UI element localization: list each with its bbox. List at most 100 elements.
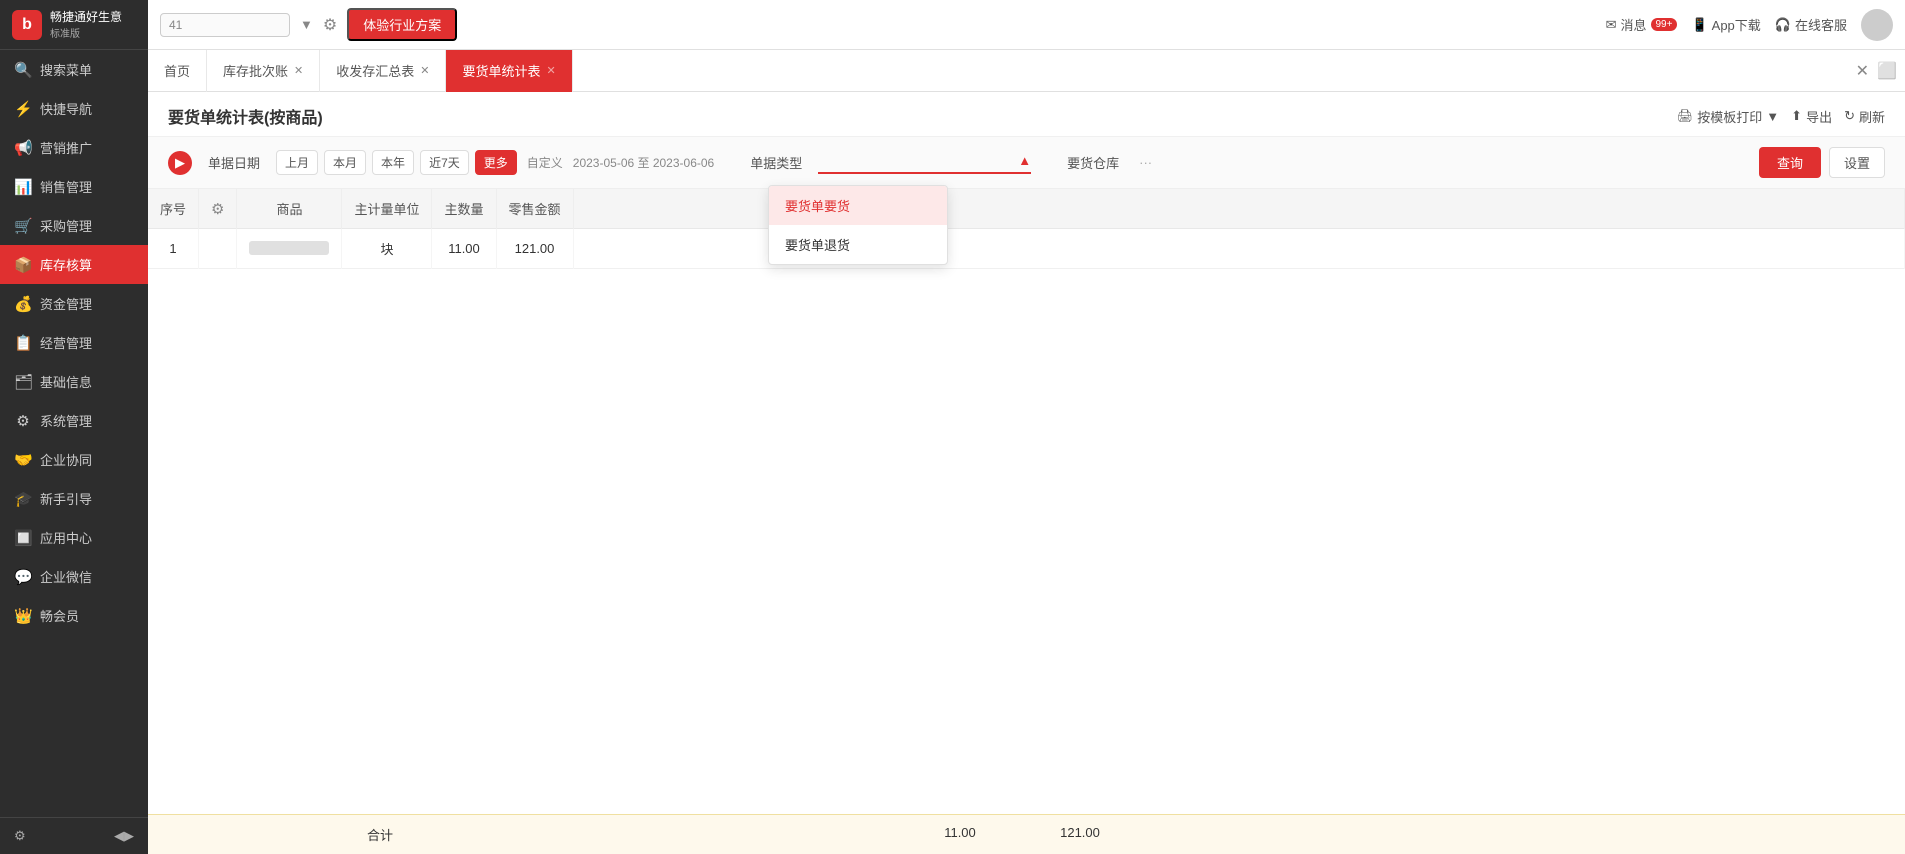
type-dropdown-menu: 要货单要货 要货单退货 bbox=[768, 185, 948, 265]
date-label: 单据日期 bbox=[208, 153, 260, 172]
goods-blurred bbox=[249, 241, 329, 255]
date-year-btn[interactable]: 本年 bbox=[372, 150, 414, 175]
message-label: 消息 bbox=[1620, 15, 1646, 34]
sidebar-item-label: 库存核算 bbox=[40, 255, 134, 274]
sidebar-item-sales[interactable]: 📊 销售管理 bbox=[0, 167, 148, 206]
main-area: ▼ ⚙ 体验行业方案 ✉ 消息 99+ 📱 App下载 🎧 在线客服 首页 bbox=[148, 0, 1905, 854]
sidebar-item-label: 快捷导航 bbox=[40, 99, 134, 118]
tab-expand-icon[interactable]: ⬜ bbox=[1877, 61, 1897, 81]
folder-icon: 🗂 bbox=[14, 373, 32, 391]
date-recent-btn[interactable]: 近7天 bbox=[420, 150, 469, 175]
sidebar-item-label: 销售管理 bbox=[40, 177, 134, 196]
tab-order-stats[interactable]: 要货单统计表 ✕ bbox=[446, 50, 572, 92]
settings-footer-icon[interactable]: ⚙ bbox=[14, 828, 26, 844]
sidebar-item-label: 采购管理 bbox=[40, 216, 134, 235]
print-label: 按模板打印 bbox=[1697, 107, 1762, 126]
cell-qty: 11.00 bbox=[432, 229, 496, 269]
app-download-button[interactable]: 📱 App下载 bbox=[1691, 15, 1760, 34]
query-button[interactable]: 查询 bbox=[1759, 147, 1821, 178]
avatar[interactable] bbox=[1861, 9, 1893, 41]
sidebar-item-label: 企业协同 bbox=[40, 450, 134, 469]
refresh-icon: ↻ bbox=[1844, 108, 1855, 124]
dropdown-item-order[interactable]: 要货单要货 bbox=[769, 186, 947, 225]
sidebar-item-quick-nav[interactable]: ⚡ 快捷导航 bbox=[0, 89, 148, 128]
sidebar-item-finance[interactable]: 💰 资金管理 bbox=[0, 284, 148, 323]
online-service-label: 在线客服 bbox=[1795, 15, 1847, 34]
content-area: 要货单统计表(按商品) 🖨 按模板打印 ▼ ⬆ 导出 ↻ 刷新 ▶ bbox=[148, 92, 1905, 854]
sidebar-item-label: 畅会员 bbox=[40, 606, 134, 625]
footer-qty: 11.00 bbox=[900, 825, 1020, 844]
tab-inventory-batch-close[interactable]: ✕ bbox=[294, 64, 303, 77]
dropdown-arrow-icon[interactable]: ▼ bbox=[300, 17, 313, 32]
sidebar-item-label: 营销推广 bbox=[40, 138, 134, 157]
tab-order-stats-close[interactable]: ✕ bbox=[547, 64, 556, 77]
tab-receive-summary-label: 收发存汇总表 bbox=[336, 61, 414, 80]
dropdown-item-return[interactable]: 要货单退货 bbox=[769, 225, 947, 264]
cell-gear bbox=[199, 229, 237, 269]
sidebar-item-label: 系统管理 bbox=[40, 411, 134, 430]
settings-icon[interactable]: ⚙ bbox=[323, 15, 337, 35]
search-input[interactable] bbox=[160, 13, 290, 37]
sidebar-item-label: 企业微信 bbox=[40, 567, 134, 586]
refresh-button[interactable]: ↻ 刷新 bbox=[1844, 107, 1885, 126]
sidebar-item-member[interactable]: 👑 畅会员 bbox=[0, 596, 148, 635]
sidebar-item-wechat[interactable]: 💬 企业微信 bbox=[0, 557, 148, 596]
promo-button[interactable]: 体验行业方案 bbox=[347, 8, 457, 41]
filter-bar: ▶ 单据日期 上月 本月 本年 近7天 更多 自定义 2023-05-06 至 … bbox=[148, 137, 1905, 189]
box-icon: 📦 bbox=[14, 256, 32, 274]
page-title: 要货单统计表(按商品) bbox=[168, 104, 323, 128]
type-select-input[interactable] bbox=[818, 151, 1018, 170]
message-button[interactable]: ✉ 消息 99+ bbox=[1606, 15, 1678, 34]
sidebar-item-inventory[interactable]: 📦 库存核算 bbox=[0, 245, 148, 284]
topbar-right: ✉ 消息 99+ 📱 App下载 🎧 在线客服 bbox=[1606, 9, 1893, 41]
sidebar-item-basics[interactable]: 🗂 基础信息 bbox=[0, 362, 148, 401]
refresh-label: 刷新 bbox=[1859, 107, 1885, 126]
table-row: 1 块 11.00 121.00 bbox=[148, 229, 1905, 269]
print-button[interactable]: 🖨 按模板打印 ▼ bbox=[1677, 107, 1779, 126]
sidebar-item-label: 新手引导 bbox=[40, 489, 134, 508]
tab-receive-summary[interactable]: 收发存汇总表 ✕ bbox=[320, 50, 446, 92]
tab-inventory-batch[interactable]: 库存批次账 ✕ bbox=[207, 50, 320, 92]
sidebar-item-operations[interactable]: 📋 经营管理 bbox=[0, 323, 148, 362]
sidebar-item-guide[interactable]: 🎓 新手引导 bbox=[0, 479, 148, 518]
sidebar-item-system[interactable]: ⚙ 系统管理 bbox=[0, 401, 148, 440]
topbar-left: ▼ ⚙ 体验行业方案 bbox=[160, 8, 1596, 41]
collapse-icon[interactable]: ◀▶ bbox=[114, 828, 134, 844]
settings-button[interactable]: 设置 bbox=[1829, 147, 1885, 178]
tab-receive-summary-close[interactable]: ✕ bbox=[420, 64, 429, 77]
chart-icon: 📊 bbox=[14, 178, 32, 196]
sidebar-item-app-center[interactable]: 🔲 应用中心 bbox=[0, 518, 148, 557]
sidebar-item-purchase[interactable]: 🛒 采购管理 bbox=[0, 206, 148, 245]
warehouse-dots-icon[interactable]: ··· bbox=[1139, 155, 1152, 170]
sidebar-item-enterprise[interactable]: 🤝 企业协同 bbox=[0, 440, 148, 479]
cell-goods bbox=[237, 229, 342, 269]
online-service-button[interactable]: 🎧 在线客服 bbox=[1775, 15, 1847, 34]
date-more-btn[interactable]: 更多 bbox=[475, 150, 517, 175]
cell-index: 1 bbox=[148, 229, 199, 269]
sidebar-item-search[interactable]: 🔍 搜索菜单 bbox=[0, 50, 148, 89]
tab-home[interactable]: 首页 bbox=[148, 50, 207, 92]
sidebar-item-label: 搜索菜单 bbox=[40, 60, 134, 79]
graduate-icon: 🎓 bbox=[14, 490, 32, 508]
cell-amount: 121.00 bbox=[496, 229, 573, 269]
date-current-btn[interactable]: 本月 bbox=[324, 150, 366, 175]
message-badge: 99+ bbox=[1651, 18, 1678, 31]
filter-expand-button[interactable]: ▶ bbox=[168, 151, 192, 175]
grid-icon: 🔲 bbox=[14, 529, 32, 547]
handshake-icon: 🤝 bbox=[14, 451, 32, 469]
tab-close-all-icon[interactable]: ✕ bbox=[1856, 61, 1869, 81]
message-icon: ✉ bbox=[1606, 17, 1617, 33]
cart-icon: 🛒 bbox=[14, 217, 32, 235]
col-gear[interactable]: ⚙ bbox=[199, 189, 237, 229]
table-container: 序号 ⚙ 商品 主计量单位 主数量 零售金额 1 bbox=[148, 189, 1905, 269]
col-amount: 零售金额 bbox=[496, 189, 573, 229]
date-prev-btn[interactable]: 上月 bbox=[276, 150, 318, 175]
export-label: 导出 bbox=[1806, 107, 1832, 126]
sidebar-item-label: 应用中心 bbox=[40, 528, 134, 547]
page-actions: 🖨 按模板打印 ▼ ⬆ 导出 ↻ 刷新 bbox=[1677, 107, 1885, 126]
sidebar-item-marketing[interactable]: 📢 营销推广 bbox=[0, 128, 148, 167]
export-button[interactable]: ⬆ 导出 bbox=[1791, 107, 1832, 126]
type-dropdown-icon[interactable]: ▲ bbox=[1018, 153, 1031, 168]
brand-name: 畅捷通好生意 bbox=[50, 9, 122, 26]
data-table: 序号 ⚙ 商品 主计量单位 主数量 零售金额 1 bbox=[148, 189, 1905, 269]
